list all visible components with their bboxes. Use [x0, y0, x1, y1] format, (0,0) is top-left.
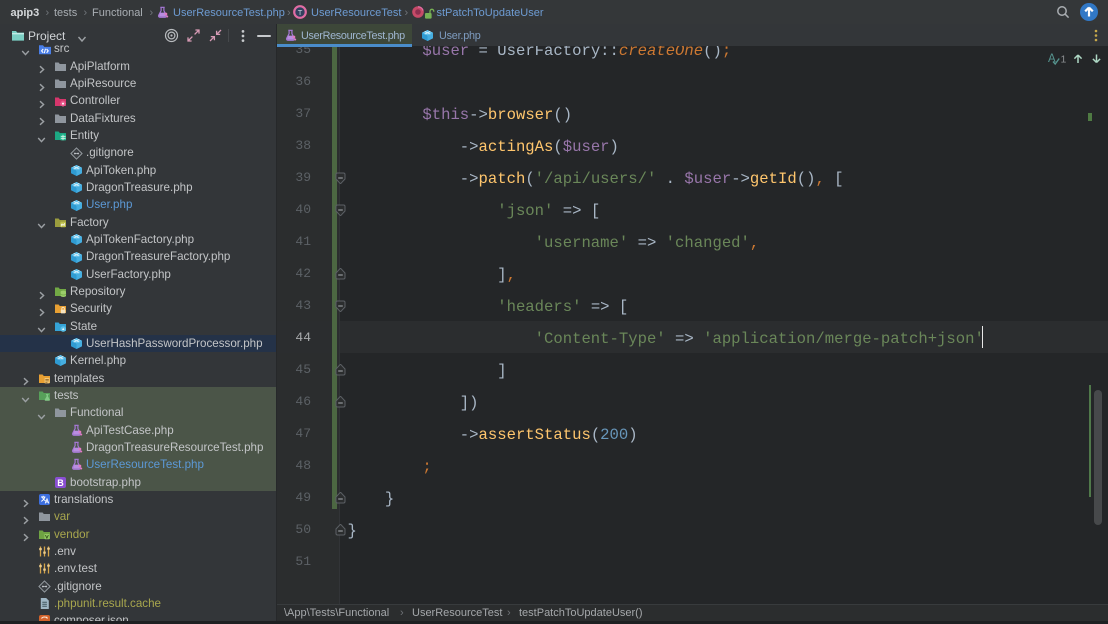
svg-text:B: B — [57, 478, 64, 488]
svg-text:1: 1 — [1061, 54, 1067, 66]
svg-text:T: T — [298, 8, 303, 17]
